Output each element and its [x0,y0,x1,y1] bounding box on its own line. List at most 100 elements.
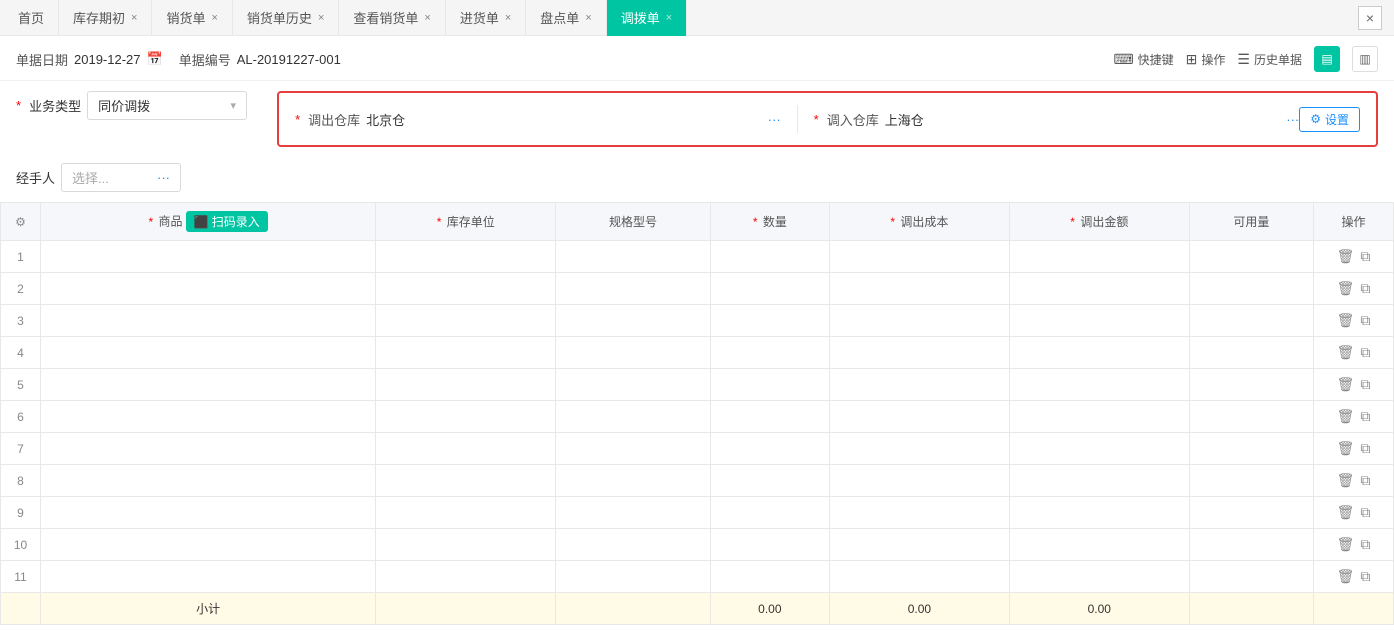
tab-sales-history-close[interactable]: × [318,12,324,24]
copy-icon[interactable]: ⧉ [1360,568,1370,585]
row-cost-9[interactable] [829,497,1009,529]
row-cost-6[interactable] [829,401,1009,433]
row-quantity-7[interactable] [710,433,829,465]
copy-icon[interactable]: ⧉ [1360,248,1370,265]
row-spec-4[interactable] [556,337,711,369]
row-unit-10[interactable] [376,529,556,561]
delete-icon[interactable]: 🗑 [1337,376,1355,393]
history-button[interactable]: ☰ 历史单据 [1237,51,1302,68]
row-unit-8[interactable] [376,465,556,497]
row-spec-9[interactable] [556,497,711,529]
row-unit-1[interactable] [376,241,556,273]
row-cost-7[interactable] [829,433,1009,465]
copy-icon[interactable]: ⧉ [1360,408,1370,425]
copy-icon[interactable]: ⧉ [1360,344,1370,361]
delete-icon[interactable]: 🗑 [1337,472,1355,489]
row-available-6[interactable] [1189,401,1313,433]
layout1-button[interactable]: ▤ [1314,46,1340,72]
layout2-button[interactable]: ▥ [1352,46,1378,72]
row-spec-6[interactable] [556,401,711,433]
row-product-7[interactable] [41,433,376,465]
row-quantity-11[interactable] [710,561,829,593]
tab-transfer-close[interactable]: × [666,12,672,24]
tab-transfer[interactable]: 调拨单 × [607,0,687,36]
row-spec-1[interactable] [556,241,711,273]
tab-inventory[interactable]: 盘点单 × [526,0,606,36]
copy-icon[interactable]: ⧉ [1360,312,1370,329]
row-unit-11[interactable] [376,561,556,593]
row-quantity-8[interactable] [710,465,829,497]
tab-home[interactable]: 首页 [4,0,59,36]
row-available-2[interactable] [1189,273,1313,305]
row-unit-2[interactable] [376,273,556,305]
row-spec-3[interactable] [556,305,711,337]
row-quantity-4[interactable] [710,337,829,369]
row-amount-1[interactable] [1009,241,1189,273]
row-product-2[interactable] [41,273,376,305]
delete-icon[interactable]: 🗑 [1337,344,1355,361]
copy-icon[interactable]: ⧉ [1360,536,1370,553]
window-close-button[interactable]: × [1358,6,1382,30]
row-quantity-9[interactable] [710,497,829,529]
row-product-1[interactable] [41,241,376,273]
tab-inventory-init-close[interactable]: × [131,12,137,24]
scan-button[interactable]: ⬛ 扫码录入 [186,211,268,232]
tab-view-sales[interactable]: 查看销货单 × [339,0,445,36]
delete-icon[interactable]: 🗑 [1337,504,1355,521]
row-cost-5[interactable] [829,369,1009,401]
row-quantity-3[interactable] [710,305,829,337]
copy-icon[interactable]: ⧉ [1360,504,1370,521]
warehouse-in-value[interactable]: 上海仓 [885,110,1273,129]
warehouse-out-value[interactable]: 北京仓 [366,110,754,129]
tab-sales-order[interactable]: 销货单 × [152,0,232,36]
delete-icon[interactable]: 🗑 [1337,568,1355,585]
tab-sales-order-close[interactable]: × [211,12,217,24]
row-product-4[interactable] [41,337,376,369]
handler-select[interactable]: 选择... ··· [61,163,181,192]
row-available-5[interactable] [1189,369,1313,401]
row-amount-2[interactable] [1009,273,1189,305]
row-product-10[interactable] [41,529,376,561]
row-product-11[interactable] [41,561,376,593]
row-available-7[interactable] [1189,433,1313,465]
tab-purchase-order[interactable]: 进货单 × [446,0,526,36]
row-spec-5[interactable] [556,369,711,401]
row-product-6[interactable] [41,401,376,433]
row-amount-3[interactable] [1009,305,1189,337]
row-unit-7[interactable] [376,433,556,465]
calendar-icon[interactable]: 📅 [147,51,163,67]
row-quantity-2[interactable] [710,273,829,305]
copy-icon[interactable]: ⧉ [1360,376,1370,393]
row-quantity-1[interactable] [710,241,829,273]
row-cost-11[interactable] [829,561,1009,593]
row-unit-5[interactable] [376,369,556,401]
row-cost-3[interactable] [829,305,1009,337]
row-cost-4[interactable] [829,337,1009,369]
handler-more[interactable]: ··· [157,170,170,185]
shortcut-button[interactable]: ⌨ 快捷键 [1113,51,1173,68]
delete-icon[interactable]: 🗑 [1337,248,1355,265]
row-amount-10[interactable] [1009,529,1189,561]
row-amount-6[interactable] [1009,401,1189,433]
row-product-9[interactable] [41,497,376,529]
row-spec-7[interactable] [556,433,711,465]
row-cost-10[interactable] [829,529,1009,561]
row-available-8[interactable] [1189,465,1313,497]
copy-icon[interactable]: ⧉ [1360,472,1370,489]
row-cost-2[interactable] [829,273,1009,305]
row-unit-9[interactable] [376,497,556,529]
delete-icon[interactable]: 🗑 [1337,440,1355,457]
row-amount-7[interactable] [1009,433,1189,465]
warehouse-in-more[interactable]: ··· [1286,112,1299,127]
row-spec-8[interactable] [556,465,711,497]
tab-inventory-close[interactable]: × [585,12,591,24]
row-available-3[interactable] [1189,305,1313,337]
row-unit-4[interactable] [376,337,556,369]
row-amount-4[interactable] [1009,337,1189,369]
row-unit-3[interactable] [376,305,556,337]
delete-icon[interactable]: 🗑 [1337,408,1355,425]
delete-icon[interactable]: 🗑 [1337,536,1355,553]
row-product-3[interactable] [41,305,376,337]
delete-icon[interactable]: 🗑 [1337,312,1355,329]
business-type-select[interactable]: 同价调拨 ▾ [87,91,247,120]
